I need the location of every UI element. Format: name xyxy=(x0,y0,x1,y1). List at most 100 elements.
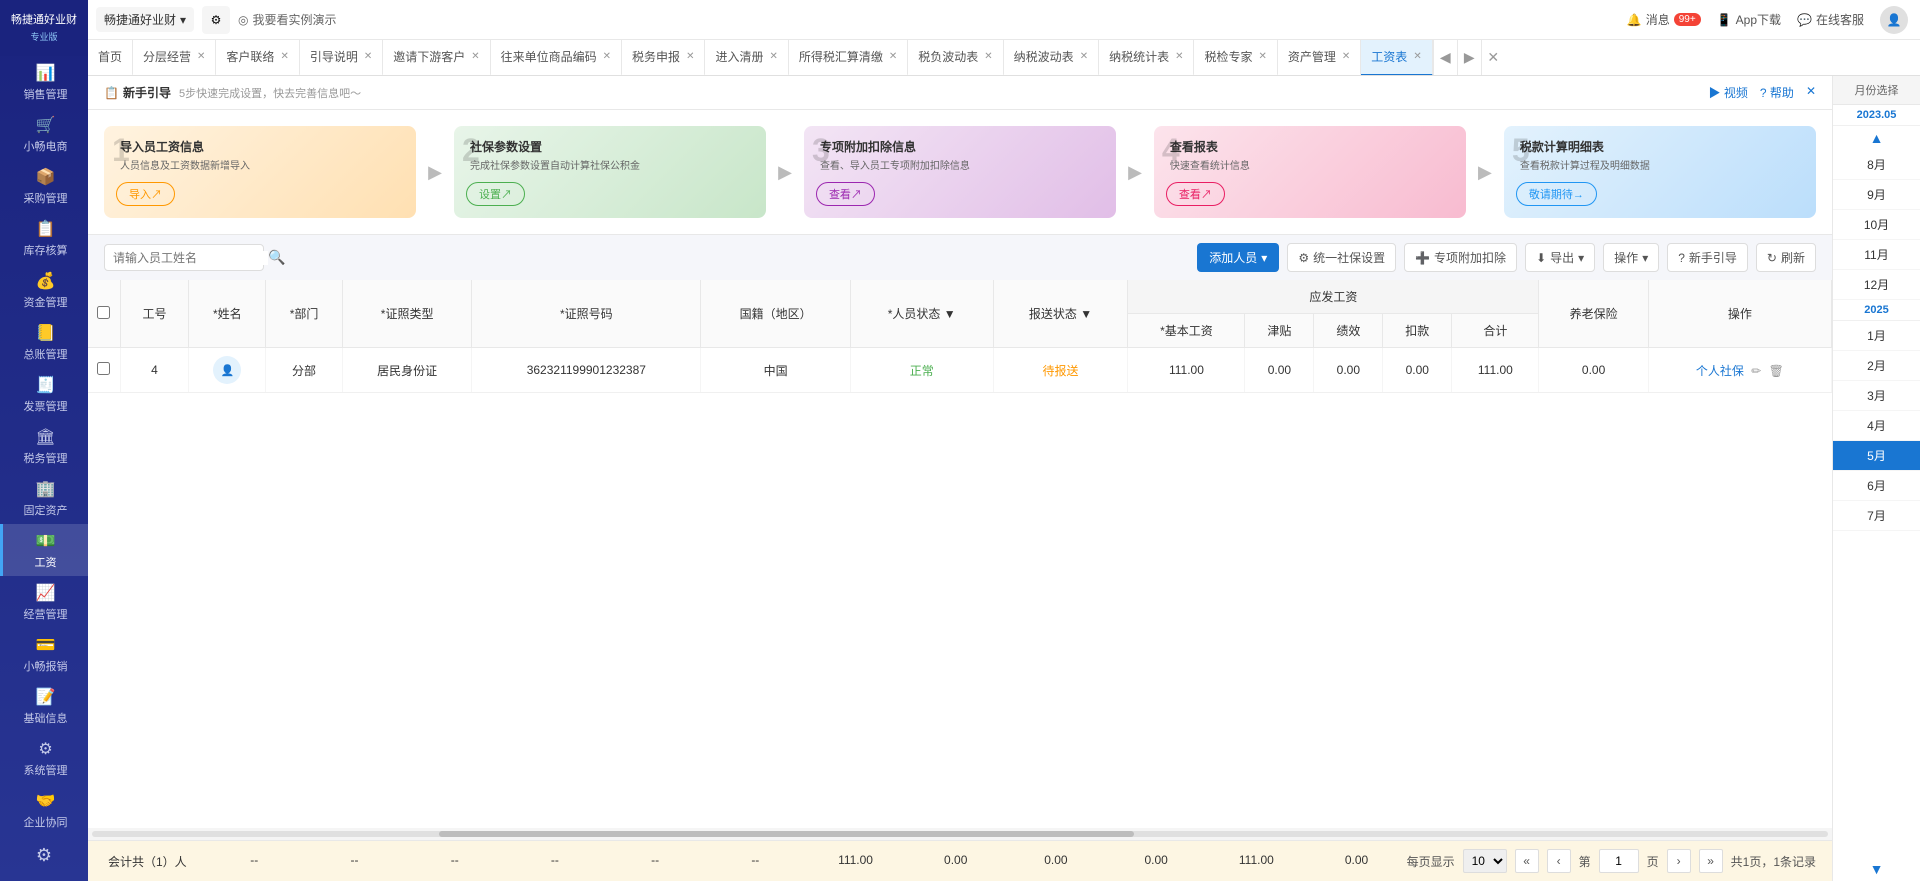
month-item-4月[interactable]: 4月 xyxy=(1833,411,1920,441)
tab-close-btn[interactable]: ✕ xyxy=(603,51,611,62)
first-page-btn[interactable]: « xyxy=(1515,849,1539,873)
tab-close-btn[interactable]: ✕ xyxy=(1080,51,1088,62)
th-select-all[interactable] xyxy=(88,280,120,348)
row-checkbox-cell[interactable] xyxy=(88,348,120,393)
sidebar-item-小畅电商[interactable]: 🛒 小畅电商 xyxy=(0,108,88,160)
sidebar-item-总账管理[interactable]: 📒 总账管理 xyxy=(0,316,88,368)
tab-close-btn[interactable]: ✕ xyxy=(1342,51,1350,62)
filter-icon[interactable]: ▼ xyxy=(1080,307,1092,321)
personal-insurance-link[interactable]: 个人社保 xyxy=(1696,364,1744,378)
sidebar-item-固定资产[interactable]: 🏢 固定资产 xyxy=(0,472,88,524)
step-btn-5[interactable]: 敬请期待→ xyxy=(1516,182,1597,206)
search-input[interactable] xyxy=(113,251,268,265)
month-item-5月[interactable]: 5月 xyxy=(1833,441,1920,471)
step-btn-3[interactable]: 查看↗ xyxy=(816,182,875,206)
tab-邀请下游客户[interactable]: 邀请下游客户✕ xyxy=(383,40,490,76)
step-btn-4[interactable]: 查看↗ xyxy=(1166,182,1225,206)
settings-icon[interactable]: ⚙ xyxy=(202,6,230,34)
edit-icon[interactable]: ✏ xyxy=(1751,364,1761,378)
online-service-btn[interactable]: 💬 在线客服 xyxy=(1797,11,1864,28)
add-person-btn[interactable]: 添加人员 ▾ xyxy=(1197,243,1279,272)
tab-close-btn[interactable]: ✕ xyxy=(889,51,897,62)
special-deduction-btn[interactable]: ➕ 专项附加扣除 xyxy=(1404,243,1517,272)
tab-close-btn[interactable]: ✕ xyxy=(471,51,479,62)
company-selector[interactable]: 畅捷通好业财 ▾ xyxy=(96,7,194,32)
tab-往来单位商品编码[interactable]: 往来单位商品编码✕ xyxy=(491,40,622,76)
guide-video-btn[interactable]: ▶ 视频 xyxy=(1709,84,1748,101)
month-item-12月[interactable]: 12月 xyxy=(1833,270,1920,300)
tab-首页[interactable]: 首页 xyxy=(88,40,133,76)
tab-close-btn[interactable]: ✕ xyxy=(1413,51,1421,62)
sidebar-item-销售管理[interactable]: 📊 销售管理 xyxy=(0,56,88,108)
filter-icon[interactable]: ▼ xyxy=(944,307,956,321)
guide-help-btn[interactable]: ? 帮助 xyxy=(1760,84,1794,101)
per-page-select[interactable]: 10 20 50 xyxy=(1463,849,1507,873)
tab-所得税汇算清缴[interactable]: 所得税汇算清缴✕ xyxy=(789,40,908,76)
month-scroll-down-btn[interactable]: ▼ xyxy=(1864,859,1890,879)
page-input[interactable] xyxy=(1599,849,1639,873)
sidebar-settings[interactable]: ⚙ xyxy=(0,829,88,881)
tab-客户联络[interactable]: 客户联络✕ xyxy=(216,40,299,76)
tab-close-btn[interactable]: ✕ xyxy=(984,51,992,62)
month-item-10月[interactable]: 10月 xyxy=(1833,210,1920,240)
app-download-btn[interactable]: 📱 App下载 xyxy=(1717,11,1781,28)
sidebar-item-税务管理[interactable]: 🏛 税务管理 xyxy=(0,420,88,472)
tab-close-btn[interactable]: ✕ xyxy=(280,51,288,62)
month-item-9月[interactable]: 9月 xyxy=(1833,180,1920,210)
messages-btn[interactable]: 🔔 消息 99+ xyxy=(1627,11,1701,28)
month-item-11月[interactable]: 11月 xyxy=(1833,240,1920,270)
month-item-8月[interactable]: 8月 xyxy=(1833,150,1920,180)
sidebar-item-小畅报销[interactable]: 💳 小畅报销 xyxy=(0,628,88,680)
operations-btn[interactable]: 操作 ▾ xyxy=(1603,243,1659,272)
next-page-btn[interactable]: › xyxy=(1667,849,1691,873)
scrollbar-thumb[interactable] xyxy=(439,831,1133,837)
tab-引导说明[interactable]: 引导说明✕ xyxy=(300,40,383,76)
sidebar-item-资金管理[interactable]: 💰 资金管理 xyxy=(0,264,88,316)
step-btn-2[interactable]: 设置↗ xyxy=(466,182,525,206)
tab-纳税统计表[interactable]: 纳税统计表✕ xyxy=(1099,40,1194,76)
export-btn[interactable]: ⬇ 导出 ▾ xyxy=(1525,243,1595,272)
month-item-2月[interactable]: 2月 xyxy=(1833,351,1920,381)
close-all-tabs-btn[interactable]: ✕ xyxy=(1481,40,1505,76)
row-checkbox[interactable] xyxy=(97,362,110,375)
sidebar-item-基础信息[interactable]: 📝 基础信息 xyxy=(0,680,88,732)
select-all-checkbox[interactable] xyxy=(97,306,110,319)
avatar[interactable]: 👤 xyxy=(1880,6,1908,34)
tab-close-btn[interactable]: ✕ xyxy=(197,51,205,62)
tab-nav-left[interactable]: ◀ xyxy=(1433,40,1457,76)
sidebar-item-企业协同[interactable]: 🤝 企业协同 xyxy=(0,784,88,829)
tab-close-btn[interactable]: ✕ xyxy=(364,51,372,62)
tab-税检专家[interactable]: 税检专家✕ xyxy=(1194,40,1277,76)
refresh-btn[interactable]: ↻ 刷新 xyxy=(1756,243,1816,272)
sidebar-item-库存核算[interactable]: 📋 库存核算 xyxy=(0,212,88,264)
month-scroll-up-btn[interactable]: ▲ xyxy=(1864,128,1890,148)
tab-close-btn[interactable]: ✕ xyxy=(1175,51,1183,62)
sidebar-item-采购管理[interactable]: 📦 采购管理 xyxy=(0,160,88,212)
tab-税务申报[interactable]: 税务申报✕ xyxy=(622,40,705,76)
guide-btn[interactable]: ? 新手引导 xyxy=(1667,243,1748,272)
month-item-6月[interactable]: 6月 xyxy=(1833,471,1920,501)
sidebar-item-系统管理[interactable]: ⚙ 系统管理 xyxy=(0,732,88,784)
prev-page-btn[interactable]: ‹ xyxy=(1547,849,1571,873)
month-item-7月[interactable]: 7月 xyxy=(1833,501,1920,531)
sidebar-item-工资[interactable]: 💵 工资 xyxy=(0,524,88,576)
delete-icon[interactable]: 🗑 xyxy=(1769,364,1784,378)
demo-link[interactable]: ◎ 我要看实例演示 xyxy=(238,11,337,28)
tab-工资表[interactable]: 工资表✕ xyxy=(1361,40,1432,76)
last-page-btn[interactable]: » xyxy=(1699,849,1723,873)
step-btn-1[interactable]: 导入↗ xyxy=(116,182,175,206)
sidebar-item-发票管理[interactable]: 🧾 发票管理 xyxy=(0,368,88,420)
month-item-1月[interactable]: 1月 xyxy=(1833,321,1920,351)
tab-税负波动表[interactable]: 税负波动表✕ xyxy=(908,40,1003,76)
tab-close-btn[interactable]: ✕ xyxy=(1259,51,1267,62)
guide-close-btn[interactable]: ✕ xyxy=(1806,84,1816,101)
tab-close-btn[interactable]: ✕ xyxy=(769,51,777,62)
tab-nav-right[interactable]: ▶ xyxy=(1457,40,1481,76)
tab-close-btn[interactable]: ✕ xyxy=(686,51,694,62)
tab-分层经营[interactable]: 分层经营✕ xyxy=(133,40,216,76)
tab-资产管理[interactable]: 资产管理✕ xyxy=(1278,40,1361,76)
tab-纳税波动表[interactable]: 纳税波动表✕ xyxy=(1004,40,1099,76)
horizontal-scrollbar[interactable] xyxy=(88,828,1832,840)
unified-settings-btn[interactable]: ⚙ 统一社保设置 xyxy=(1287,243,1396,272)
tab-进入清册[interactable]: 进入清册✕ xyxy=(705,40,788,76)
